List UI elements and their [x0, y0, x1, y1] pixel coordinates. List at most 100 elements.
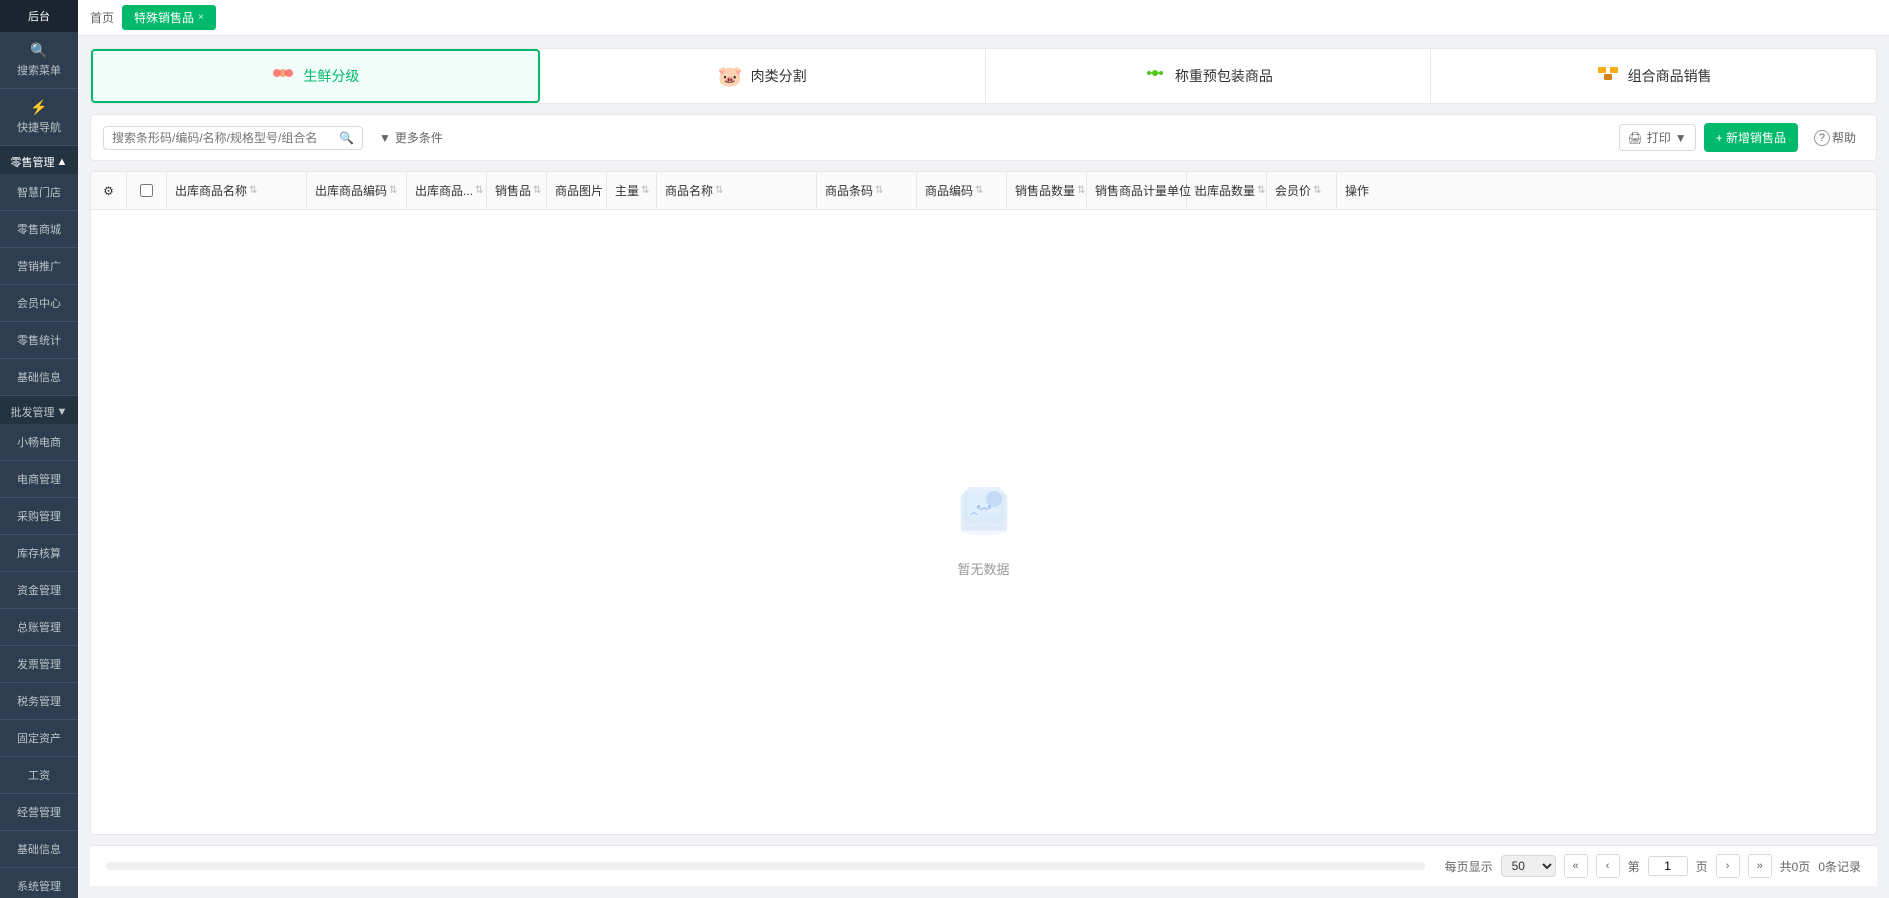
sidebar-item-basic-info[interactable]: 基础信息 — [0, 359, 78, 396]
filter-button[interactable]: ▼ 更多条件 — [371, 125, 451, 150]
th-sale-qty[interactable]: 销售品数量 ⇅ — [1007, 172, 1087, 209]
empty-icon — [944, 467, 1024, 547]
sidebar-item-purchase-mgmt[interactable]: 采购管理 — [0, 498, 78, 535]
sidebar-item-label: 零售统计 — [17, 332, 61, 348]
filter-icon: ▼ — [379, 131, 391, 145]
toolbar: 🔍 ▼ 更多条件 🖨 打印 ▼ + 新增销售品 ? 帮助 — [90, 114, 1877, 161]
sidebar-item-inventory[interactable]: 库存核算 — [0, 535, 78, 572]
sidebar-item-wholesale-mgmt[interactable]: 批发管理 ▼ — [0, 396, 78, 424]
sidebar-item-invoice-mgmt[interactable]: 发票管理 — [0, 646, 78, 683]
sidebar-item-basic-info2[interactable]: 基础信息 — [0, 831, 78, 868]
pagination: 每页显示 50 10 20 100 « ‹ 第 页 › » 共0页 0条记录 — [1445, 854, 1861, 878]
th-out-goods-spec[interactable]: 出库商品... ⇅ — [407, 172, 487, 209]
th-barcode[interactable]: 商品条码 ⇅ — [817, 172, 917, 209]
tab-weight-package[interactable]: 称重预包装商品 — [986, 49, 1432, 103]
table-header: ⚙ 出库商品名称 ⇅ 出库商品编码 ⇅ 出库商品... ⇅ 销售品 — [91, 172, 1876, 210]
th-sale-goods[interactable]: 销售品 ⇅ — [487, 172, 547, 209]
total-pages: 共0页 — [1780, 858, 1811, 875]
filter-label: 更多条件 — [395, 129, 443, 146]
sidebar-item-label: 电商管理 — [17, 471, 61, 487]
sidebar-item-search-menu[interactable]: 🔍 搜索菜单 — [0, 32, 78, 89]
th-goods-code[interactable]: 商品编码 ⇅ — [917, 172, 1007, 209]
sidebar-logo: 后台 — [0, 0, 78, 32]
page-number-input[interactable] — [1648, 856, 1688, 876]
sidebar-item-fixed-assets[interactable]: 固定资产 — [0, 720, 78, 757]
sidebar-item-ecom-mgmt[interactable]: 电商管理 — [0, 461, 78, 498]
sidebar-item-label: 会员中心 — [17, 295, 61, 311]
sidebar-item-label: 智慧门店 — [17, 184, 61, 200]
active-tab[interactable]: 特殊销售品 × — [122, 5, 216, 30]
sort-icon: ⇅ — [389, 185, 397, 196]
topbar: 首页 特殊销售品 × — [78, 0, 1889, 36]
home-breadcrumb[interactable]: 首页 — [90, 9, 114, 26]
th-out-qty[interactable]: 出库品数量 ⇅ — [1187, 172, 1267, 209]
print-icon: 🖨 — [1628, 131, 1643, 145]
total-records: 0条记录 — [1818, 858, 1861, 875]
sidebar-item-marketing[interactable]: 营销推广 — [0, 248, 78, 285]
th-out-goods-name[interactable]: 出库商品名称 ⇅ — [167, 172, 307, 209]
th-setting[interactable]: ⚙ — [91, 172, 127, 209]
sidebar-item-small-store[interactable]: 小畅电商 — [0, 424, 78, 461]
select-all-checkbox[interactable] — [140, 184, 153, 197]
sidebar-item-general-ledger[interactable]: 总账管理 — [0, 609, 78, 646]
search-box[interactable]: 🔍 — [103, 126, 363, 150]
th-goods-name[interactable]: 商品名称 ⇅ — [657, 172, 817, 209]
tab-label: 特殊销售品 — [134, 9, 194, 26]
sidebar-item-quick-nav[interactable]: ⚡ 快捷导航 — [0, 89, 78, 146]
empty-text: 暂无数据 — [957, 559, 1009, 578]
table-body: 暂无数据 — [91, 210, 1876, 834]
per-page-label: 每页显示 — [1445, 858, 1493, 875]
per-page-select[interactable]: 50 10 20 100 — [1501, 855, 1556, 877]
th-out-goods-code[interactable]: 出库商品编码 ⇅ — [307, 172, 407, 209]
sort-icon: ⇅ — [1313, 185, 1321, 196]
th-sale-unit[interactable]: 销售商品计量单位 ⇅ — [1087, 172, 1187, 209]
next-page-button[interactable]: › — [1716, 854, 1740, 878]
tab-fresh-grade[interactable]: 生鲜分级 — [91, 49, 540, 103]
sidebar-item-smart-store[interactable]: 智慧门店 — [0, 174, 78, 211]
print-button[interactable]: 🖨 打印 ▼ — [1619, 124, 1696, 151]
sidebar-item-retail-mall[interactable]: 零售商城 — [0, 211, 78, 248]
meat-cut-icon: 🐷 — [718, 64, 743, 89]
sidebar-item-label: 采购管理 — [17, 508, 61, 524]
prev-page-button[interactable]: ‹ — [1596, 854, 1620, 878]
sort-icon: ⇅ — [975, 185, 983, 196]
last-page-button[interactable]: » — [1748, 854, 1772, 878]
th-ops: 操作 — [1337, 172, 1397, 209]
help-label: 帮助 — [1832, 129, 1856, 146]
sort-icon: ⇅ — [875, 185, 883, 196]
sort-icon: ⇅ — [533, 185, 541, 196]
combo-sales-icon — [1596, 63, 1620, 89]
sidebar-item-ops-mgmt[interactable]: 经营管理 — [0, 794, 78, 831]
sidebar-item-label: 资金管理 — [17, 582, 61, 598]
search-menu-icon: 🔍 — [30, 42, 47, 59]
add-sale-button[interactable]: + 新增销售品 — [1704, 123, 1798, 152]
category-tabs: 生鲜分级 🐷 肉类分割 称重预包装商品 — [90, 48, 1877, 104]
toolbar-right: 🖨 打印 ▼ + 新增销售品 ? 帮助 — [1619, 123, 1865, 152]
tab-meat-cut[interactable]: 🐷 肉类分割 — [540, 49, 986, 103]
tab-label: 肉类分割 — [751, 66, 807, 86]
th-weight[interactable]: 主量 ⇅ — [607, 172, 657, 209]
first-page-button[interactable]: « — [1564, 854, 1588, 878]
sidebar-item-label: 快捷导航 — [17, 119, 61, 135]
chevron-down-icon: ▼ — [1675, 131, 1687, 145]
sort-icon: ⇅ — [715, 185, 723, 196]
sidebar-item-retail-mgmt[interactable]: 零售管理 ▲ — [0, 146, 78, 174]
sidebar-item-salary[interactable]: 工资 — [0, 757, 78, 794]
sidebar-item-label: 零售商城 — [17, 221, 61, 237]
close-icon[interactable]: × — [198, 12, 204, 23]
horizontal-scrollbar[interactable] — [106, 862, 1425, 870]
th-checkbox[interactable] — [127, 172, 167, 209]
tab-combo-sales[interactable]: 组合商品销售 — [1431, 49, 1876, 103]
sidebar-item-member-center[interactable]: 会员中心 — [0, 285, 78, 322]
sidebar-item-finance[interactable]: 资金管理 — [0, 572, 78, 609]
page-content: 生鲜分级 🐷 肉类分割 称重预包装商品 — [78, 36, 1889, 898]
help-button[interactable]: ? 帮助 — [1806, 125, 1864, 150]
sidebar-item-tax-mgmt[interactable]: 税务管理 — [0, 683, 78, 720]
search-input[interactable] — [112, 131, 335, 145]
th-goods-img[interactable]: 商品图片 — [547, 172, 607, 209]
sidebar-item-label: 营销推广 — [17, 258, 61, 274]
sidebar-item-system-mgmt[interactable]: 系统管理 — [0, 868, 78, 898]
th-member-price[interactable]: 会员价 ⇅ — [1267, 172, 1337, 209]
sidebar-item-retail-stats[interactable]: 零售统计 — [0, 322, 78, 359]
tab-label: 组合商品销售 — [1628, 66, 1712, 86]
